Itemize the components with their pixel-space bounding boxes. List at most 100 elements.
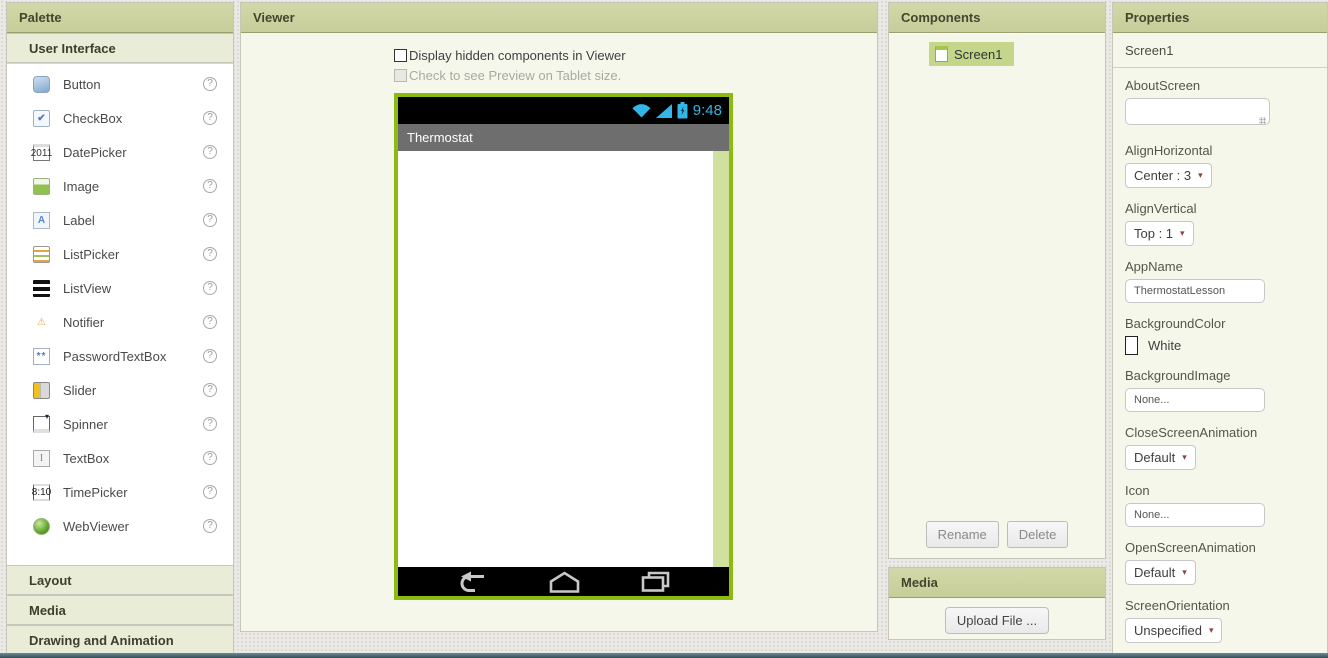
palette-item-webviewer[interactable]: WebViewer ? bbox=[7, 509, 233, 543]
help-icon[interactable]: ? bbox=[203, 77, 217, 91]
components-header: Components bbox=[889, 3, 1105, 33]
phone-nav-bar bbox=[398, 567, 729, 596]
alignhorizontal-dropdown[interactable]: Center : 3 bbox=[1125, 163, 1212, 188]
image-icon bbox=[33, 177, 50, 195]
viewer-panel: Viewer Display hidden components in View… bbox=[240, 2, 878, 632]
help-icon[interactable]: ? bbox=[203, 417, 217, 431]
palette-title: Palette bbox=[19, 10, 62, 25]
backgroundcolor-swatch[interactable] bbox=[1125, 336, 1138, 355]
section-media[interactable]: Media bbox=[7, 595, 233, 625]
field-openscreenanimation: OpenScreenAnimation Default bbox=[1125, 540, 1315, 585]
screenorientation-dropdown[interactable]: Unspecified bbox=[1125, 618, 1223, 643]
aboutscreen-textarea[interactable] bbox=[1125, 98, 1270, 125]
display-hidden-row: Display hidden components in Viewer bbox=[394, 45, 877, 65]
palette-item-textbox[interactable]: I TextBox ? bbox=[7, 441, 233, 475]
screen-canvas[interactable] bbox=[398, 151, 713, 567]
palette-item-listpicker[interactable]: ListPicker ? bbox=[7, 237, 233, 271]
recents-icon bbox=[641, 571, 670, 592]
properties-header: Properties bbox=[1113, 3, 1327, 33]
textbox-icon: I bbox=[33, 449, 50, 467]
tablet-preview-label: Check to see Preview on Tablet size. bbox=[409, 67, 622, 83]
alignvertical-dropdown[interactable]: Top : 1 bbox=[1125, 221, 1194, 246]
viewer-title: Viewer bbox=[253, 10, 295, 25]
palette-item-image[interactable]: Image ? bbox=[7, 169, 233, 203]
screen-icon bbox=[935, 46, 948, 62]
palette-item-button[interactable]: Button ? bbox=[7, 67, 233, 101]
help-icon[interactable]: ? bbox=[203, 451, 217, 465]
viewer-header: Viewer bbox=[241, 3, 877, 33]
field-alignvertical: AlignVertical Top : 1 bbox=[1125, 201, 1315, 246]
rename-button[interactable]: Rename bbox=[925, 521, 999, 548]
media-panel: Media Upload File ... bbox=[888, 567, 1106, 640]
backgroundcolor-value[interactable]: White bbox=[1148, 338, 1181, 353]
components-title: Components bbox=[901, 10, 981, 25]
home-icon bbox=[548, 570, 581, 593]
palette-item-label[interactable]: A Label ? bbox=[7, 203, 233, 237]
help-icon[interactable]: ? bbox=[203, 213, 217, 227]
signal-strength-icon bbox=[655, 103, 672, 118]
checkbox-icon: ✔ bbox=[33, 109, 50, 127]
help-icon[interactable]: ? bbox=[203, 519, 217, 533]
palette-item-datepicker[interactable]: 2011 DatePicker ? bbox=[7, 135, 233, 169]
delete-button[interactable]: Delete bbox=[1006, 521, 1069, 548]
upload-file-button[interactable]: Upload File ... bbox=[944, 607, 1050, 634]
help-icon[interactable]: ? bbox=[203, 349, 217, 363]
section-drawing-animation[interactable]: Drawing and Animation bbox=[7, 625, 233, 655]
phone-title-bar: Thermostat bbox=[398, 124, 729, 151]
field-aboutscreen: AboutScreen bbox=[1125, 78, 1315, 130]
notifier-icon: ⚠ bbox=[37, 316, 46, 328]
help-icon[interactable]: ? bbox=[203, 485, 217, 499]
properties-title: Properties bbox=[1125, 10, 1190, 25]
palette-item-checkbox[interactable]: ✔ CheckBox ? bbox=[7, 101, 233, 135]
components-tree: Screen1 Rename Delete bbox=[889, 33, 1105, 558]
tablet-preview-row: Check to see Preview on Tablet size. bbox=[394, 65, 877, 85]
properties-panel: Properties Screen1 AboutScreen AlignHori… bbox=[1112, 2, 1328, 656]
back-icon bbox=[457, 571, 488, 592]
help-icon[interactable]: ? bbox=[203, 111, 217, 125]
datepicker-icon: 2011 bbox=[31, 143, 52, 161]
help-icon[interactable]: ? bbox=[203, 145, 217, 159]
help-icon[interactable]: ? bbox=[203, 383, 217, 397]
backgroundimage-input[interactable] bbox=[1125, 388, 1265, 412]
palette-item-slider[interactable]: Slider ? bbox=[7, 373, 233, 407]
appname-input[interactable] bbox=[1125, 279, 1265, 303]
help-icon[interactable]: ? bbox=[203, 281, 217, 295]
openscreenanimation-dropdown[interactable]: Default bbox=[1125, 560, 1196, 585]
battery-icon bbox=[677, 102, 688, 119]
display-hidden-checkbox[interactable] bbox=[394, 48, 407, 62]
passwordtextbox-icon: ** bbox=[33, 347, 50, 365]
media-title: Media bbox=[901, 575, 938, 590]
components-panel: Components Screen1 Rename Delete bbox=[888, 2, 1106, 559]
phone-screen-body bbox=[398, 151, 729, 567]
slider-icon bbox=[33, 381, 50, 399]
palette-panel: Palette User Interface Button ? ✔ CheckB… bbox=[6, 2, 234, 656]
icon-input[interactable] bbox=[1125, 503, 1265, 527]
palette-item-notifier[interactable]: ⚠ Notifier ? bbox=[7, 305, 233, 339]
tree-item-screen1[interactable]: Screen1 bbox=[929, 42, 1015, 66]
phone-status-bar: 9:48 bbox=[398, 97, 729, 124]
component-actions: Rename Delete bbox=[889, 521, 1105, 548]
field-screenorientation: ScreenOrientation Unspecified bbox=[1125, 598, 1315, 643]
webviewer-icon bbox=[33, 517, 50, 535]
palette-item-listview[interactable]: ListView ? bbox=[7, 271, 233, 305]
palette-item-passwordtextbox[interactable]: ** PasswordTextBox ? bbox=[7, 339, 233, 373]
palette-item-spinner[interactable]: Spinner ? bbox=[7, 407, 233, 441]
button-icon bbox=[33, 75, 50, 93]
status-time: 9:48 bbox=[692, 102, 722, 119]
help-icon[interactable]: ? bbox=[203, 315, 217, 329]
help-icon[interactable]: ? bbox=[203, 247, 217, 261]
palette-item-timepicker[interactable]: 8:10 TimePicker ? bbox=[7, 475, 233, 509]
tablet-preview-checkbox[interactable] bbox=[394, 68, 407, 82]
palette-item-list: Button ? ✔ CheckBox ? 2011 DatePicker ? … bbox=[7, 63, 233, 565]
field-appname: AppName bbox=[1125, 259, 1315, 303]
timepicker-icon: 8:10 bbox=[32, 483, 51, 501]
wifi-icon bbox=[632, 103, 651, 118]
closescreenanimation-dropdown[interactable]: Default bbox=[1125, 445, 1196, 470]
listpicker-icon bbox=[33, 245, 50, 263]
phone-mockup: 9:48 Thermostat bbox=[394, 93, 733, 600]
field-backgroundcolor: BackgroundColor White bbox=[1125, 316, 1226, 355]
section-layout[interactable]: Layout bbox=[7, 565, 233, 595]
help-icon[interactable]: ? bbox=[203, 179, 217, 193]
phone-app-title: Thermostat bbox=[407, 130, 473, 145]
section-user-interface[interactable]: User Interface bbox=[7, 33, 233, 63]
